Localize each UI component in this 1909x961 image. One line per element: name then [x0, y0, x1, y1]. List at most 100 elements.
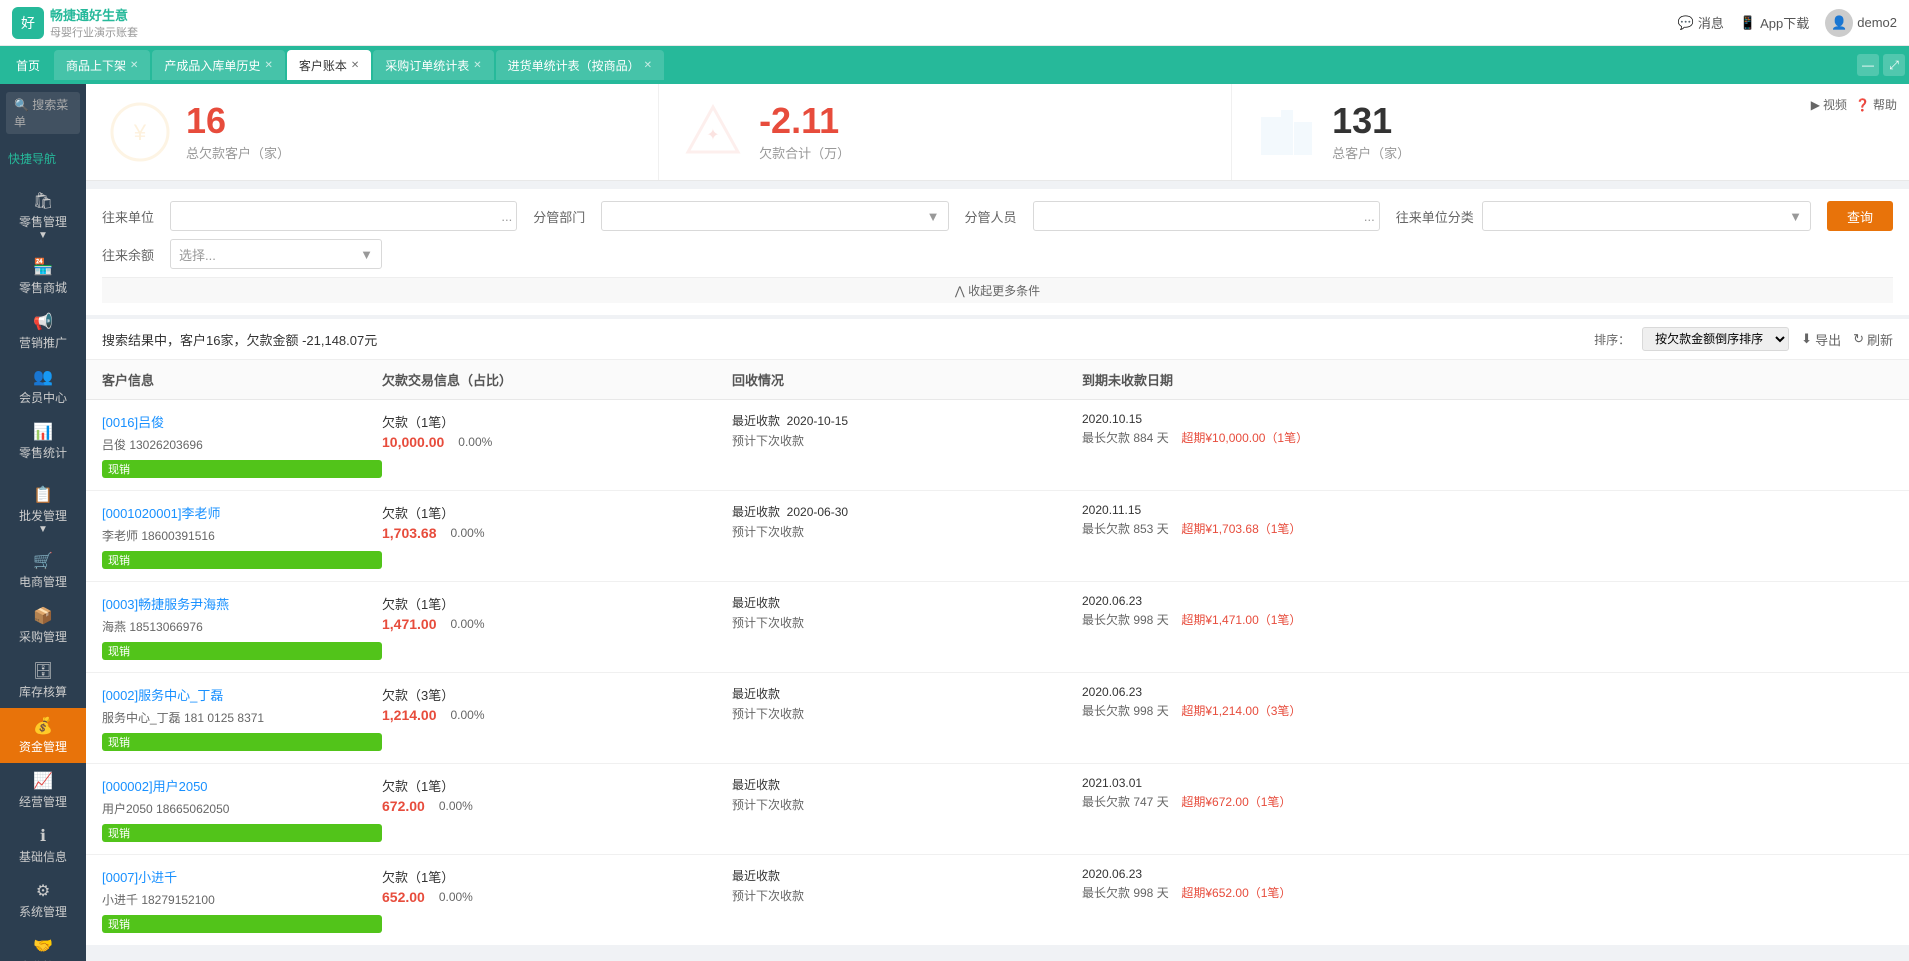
customer-contact-5: 小进千 18279152100: [102, 891, 382, 908]
user-area[interactable]: 👤 demo2: [1825, 9, 1897, 37]
customer-tag-1: 现销: [102, 551, 382, 569]
sidebar-item-retail-mgmt[interactable]: 🛍 零售管理 ▼: [0, 183, 86, 249]
sidebar-item-member[interactable]: 👥 会员中心: [0, 359, 86, 414]
tab-minimize-btn[interactable]: —: [1857, 54, 1879, 76]
overdue-link-3[interactable]: 超期¥1,214.00（3笔）: [1181, 702, 1301, 719]
tab-customer-account[interactable]: 客户账本 ✕: [287, 50, 371, 80]
help-icon: ❓: [1855, 98, 1870, 112]
overdue-row-1: 最长欠款 853 天 超期¥1,703.68（1笔）: [1082, 520, 1893, 537]
sidebar-item-basic-label: 基础信息: [19, 848, 67, 865]
customer-tag-2: 现销: [102, 642, 382, 660]
sidebar-item-retail-mall[interactable]: 🏪 零售商城: [0, 249, 86, 304]
message-icon: 💬: [1678, 15, 1694, 31]
unit-class-select[interactable]: ▼: [1482, 201, 1811, 231]
dept-select[interactable]: ▼: [601, 201, 948, 231]
tab-customer-account-close[interactable]: ✕: [351, 60, 359, 71]
debt-amount-5: 652.00: [382, 889, 425, 905]
top-bar-right: 💬 消息 📱 App下载 👤 demo2: [1678, 9, 1897, 37]
sidebar-item-finance[interactable]: 💰 资金管理: [0, 708, 86, 763]
customer-name-1[interactable]: [0001020001]李老师: [102, 503, 382, 522]
search-button[interactable]: 查询: [1827, 201, 1893, 231]
collapse-bar[interactable]: ⋀ 收起更多条件: [102, 277, 1893, 303]
overdue-link-0[interactable]: 超期¥10,000.00（1笔）: [1181, 429, 1308, 446]
recovery-cell-3: 最近收款 预计下次收款: [732, 685, 1082, 722]
tab-product-shelf[interactable]: 商品上下架 ✕: [54, 50, 150, 80]
tab-product-shelf-label: 商品上下架: [66, 57, 126, 74]
debt-count-5: 欠款（1笔）: [382, 867, 732, 886]
overdue-row-0: 最长欠款 884 天 超期¥10,000.00（1笔）: [1082, 429, 1893, 446]
tab-purchase-order-close[interactable]: ✕: [473, 60, 481, 71]
sidebar-item-retail-stats[interactable]: 📊 零售统计: [0, 414, 86, 469]
overdue-link-5[interactable]: 超期¥652.00（1笔）: [1181, 884, 1291, 901]
debt-cell-5: 欠款（1笔） 652.00 0.00%: [382, 867, 732, 905]
sidebar-item-enterprise[interactable]: 🤝 企业协同: [0, 928, 86, 961]
tab-home[interactable]: 首页: [4, 50, 52, 80]
sort-label: 排序：: [1594, 331, 1630, 348]
tab-product-history[interactable]: 产成品入库单历史 ✕: [152, 50, 284, 80]
export-label: 导出: [1815, 330, 1841, 349]
sidebar-item-inventory[interactable]: 🗄 库存核算: [0, 653, 86, 708]
sidebar-item-operation-label: 经营管理: [19, 793, 67, 810]
debt-ratio-5: 0.00%: [439, 890, 473, 904]
overdue-link-2[interactable]: 超期¥1,471.00（1笔）: [1181, 611, 1301, 628]
customer-cell-5: [0007]小进千 小进千 18279152100 现销: [102, 867, 382, 933]
debt-cell-4: 欠款（1笔） 672.00 0.00%: [382, 776, 732, 814]
overdue-link-1[interactable]: 超期¥1,703.68（1笔）: [1181, 520, 1301, 537]
message-btn[interactable]: 💬 消息: [1678, 13, 1724, 32]
sidebar-item-quick-nav[interactable]: 快捷导航: [0, 142, 86, 175]
video-action[interactable]: ▶ 视频: [1811, 96, 1847, 113]
home-tab-label: 首页: [16, 57, 40, 74]
tab-bar-actions: — ⤢: [1857, 54, 1905, 76]
marketing-icon: 📢: [33, 312, 53, 332]
table-row: [0016]吕俊 吕俊 13026203696 现销 欠款（1笔） 10,000…: [86, 400, 1909, 491]
customer-name-2[interactable]: [0003]畅捷服务尹海燕: [102, 594, 382, 613]
debt-cell-3: 欠款（3笔） 1,214.00 0.00%: [382, 685, 732, 723]
debt-amount-1: 1,703.68: [382, 525, 437, 541]
result-bar: 搜索结果中，客户16家，欠款金额 -21,148.07元 排序： 按欠款金额倒序…: [86, 319, 1909, 360]
sidebar-item-system[interactable]: ⚙ 系统管理: [0, 873, 86, 928]
sidebar: 🔍 搜索菜单 快捷导航 🛍 零售管理 ▼ 🏪 零售商城 📢 营销推广 👥 会员中…: [0, 84, 86, 961]
customer-name-3[interactable]: [0002]服务中心_丁磊: [102, 685, 382, 704]
help-action[interactable]: ❓ 帮助: [1855, 96, 1897, 113]
customer-cell-1: [0001020001]李老师 李老师 18600391516 现销: [102, 503, 382, 569]
from-unit-input[interactable]: [170, 201, 517, 231]
sidebar-item-operation[interactable]: 📈 经营管理: [0, 763, 86, 818]
top-bar-left: 好 畅捷通好生意 母婴行业演示账套: [12, 5, 138, 40]
tab-goods-stats-close[interactable]: ✕: [644, 60, 652, 71]
debt-amount-4: 672.00: [382, 798, 425, 814]
sidebar-search-area[interactable]: 🔍 搜索菜单: [0, 84, 86, 142]
sidebar-item-ecommerce[interactable]: 🛒 电商管理: [0, 543, 86, 598]
sidebar-item-basic[interactable]: ℹ 基础信息: [0, 818, 86, 873]
tab-purchase-order[interactable]: 采购订单统计表 ✕: [373, 50, 493, 80]
tab-goods-stats[interactable]: 进货单统计表（按商品） ✕: [496, 50, 664, 80]
customer-name-0[interactable]: [0016]吕俊: [102, 412, 382, 431]
filter-person: 分管人员: [965, 201, 1380, 231]
person-label: 分管人员: [965, 207, 1025, 226]
customer-name-5[interactable]: [0007]小进千: [102, 867, 382, 886]
tab-maximize-btn[interactable]: ⤢: [1883, 54, 1905, 76]
sort-select[interactable]: 按欠款金额倒序排序: [1642, 327, 1789, 351]
customer-tag-5: 现销: [102, 915, 382, 933]
download-btn[interactable]: 📱 App下载: [1740, 13, 1809, 32]
tab-product-shelf-close[interactable]: ✕: [130, 60, 138, 71]
sidebar-item-member-label: 会员中心: [19, 389, 67, 406]
overdue-days-2: 最长欠款 998 天: [1082, 611, 1175, 628]
search-menu-input[interactable]: 🔍 搜索菜单: [6, 92, 80, 134]
tab-product-history-close[interactable]: ✕: [264, 60, 272, 71]
balance-select[interactable]: 选择... ▼: [170, 239, 382, 269]
overdue-row-4: 最长欠款 747 天 超期¥672.00（1笔）: [1082, 793, 1893, 810]
svg-text:✦: ✦: [706, 127, 719, 144]
table-row: [000002]用户2050 用户2050 18665062050 现销 欠款（…: [86, 764, 1909, 855]
refresh-btn[interactable]: ↻ 刷新: [1853, 330, 1893, 349]
sidebar-item-marketing[interactable]: 📢 营销推广: [0, 304, 86, 359]
sidebar-item-batch-mgmt[interactable]: 📋 批发管理 ▼: [0, 477, 86, 543]
person-input[interactable]: [1033, 201, 1380, 231]
customer-contact-0: 吕俊 13026203696: [102, 436, 382, 453]
app-name: 畅捷通好生意: [50, 5, 138, 24]
customer-contact-3: 服务中心_丁磊 181 0125 8371: [102, 709, 382, 726]
table-row: [0002]服务中心_丁磊 服务中心_丁磊 181 0125 8371 现销 欠…: [86, 673, 1909, 764]
customer-name-4[interactable]: [000002]用户2050: [102, 776, 382, 795]
sidebar-item-purchase[interactable]: 📦 采购管理: [0, 598, 86, 653]
overdue-link-4[interactable]: 超期¥672.00（1笔）: [1181, 793, 1291, 810]
export-btn[interactable]: ⬇ 导出: [1801, 330, 1841, 349]
